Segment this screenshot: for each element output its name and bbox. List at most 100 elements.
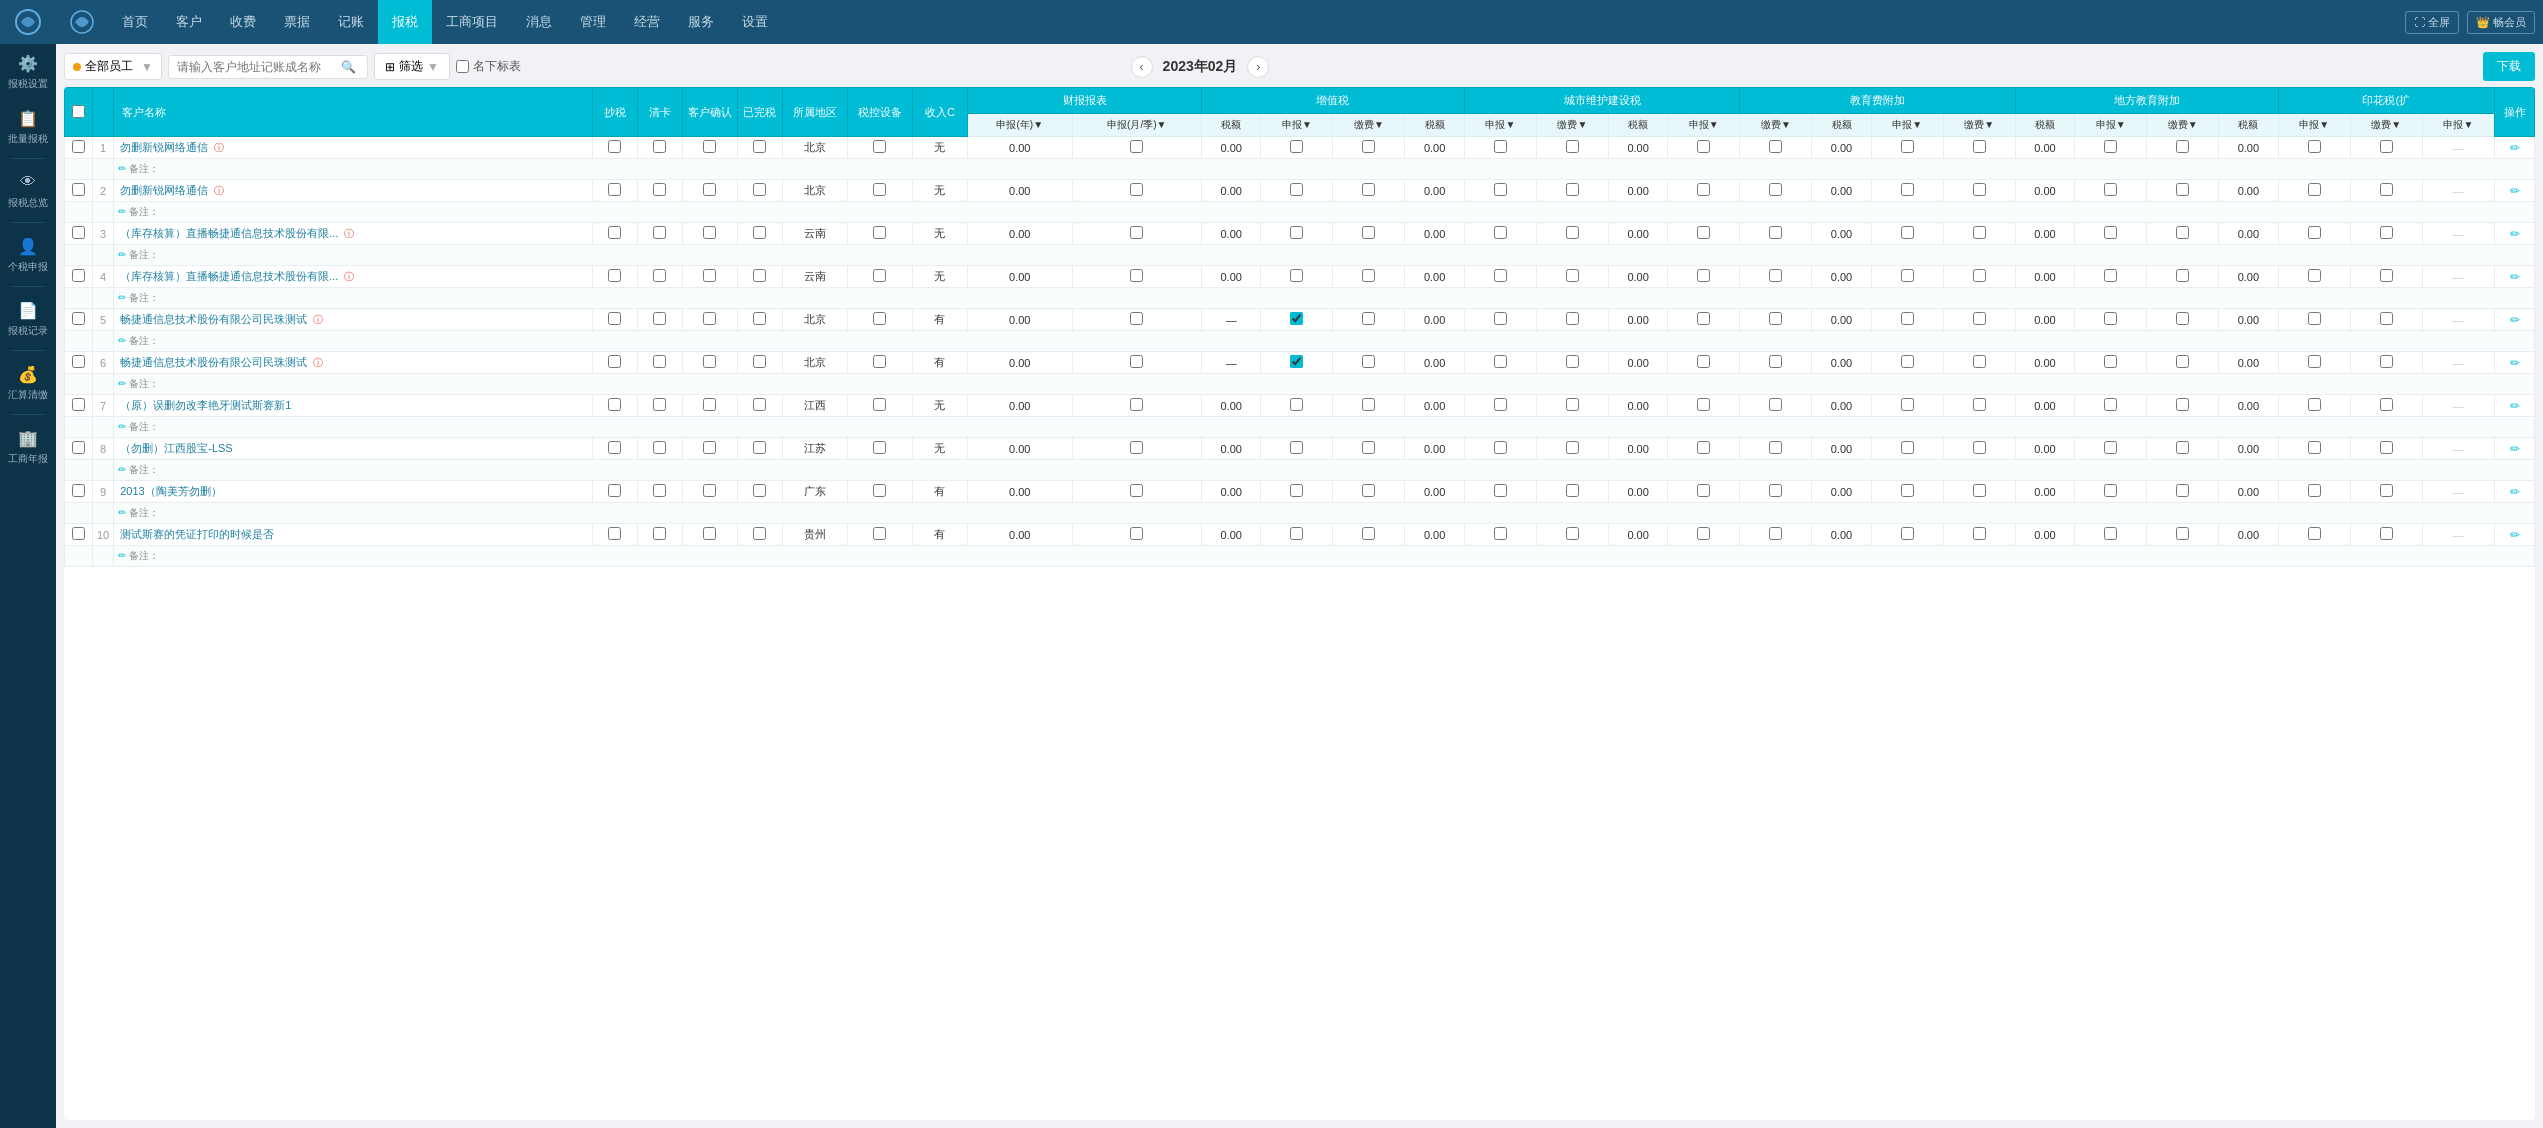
caibao-sub-check[interactable]	[1072, 438, 1202, 460]
jy-jiaofei-check[interactable]	[1740, 524, 1812, 546]
nav-item-jingying[interactable]: 经营	[620, 0, 674, 44]
chaoshu-cell[interactable]	[592, 180, 637, 202]
jy-jiaofei-check[interactable]	[1740, 180, 1812, 202]
cs-shenbao2-check[interactable]	[1668, 137, 1740, 159]
sidebar-item-baoshuizonglan[interactable]: 👁 报税总览	[0, 163, 56, 218]
cs-shenbao2-check[interactable]	[1668, 352, 1740, 374]
note-text-cell[interactable]: ✏ 备注：	[114, 202, 2535, 223]
sidebar-item-geshuishenbao[interactable]: 👤 个税申报	[0, 227, 56, 282]
complete-cell[interactable]	[737, 395, 782, 417]
yh-jiaofei-check[interactable]	[2350, 481, 2422, 503]
jy-jiaofei2-check[interactable]	[1943, 266, 2015, 288]
tax-table-container[interactable]: 客户名称 抄税 清卡 客户确认 已完税 所属地区 税控设备 收入C 财报报表 增…	[64, 87, 2535, 1120]
zz-shenbao-check[interactable]	[1261, 137, 1333, 159]
qingka-cell[interactable]	[637, 137, 682, 159]
qingka-cell[interactable]	[637, 266, 682, 288]
df-jiaofei-check[interactable]	[2147, 524, 2219, 546]
jy-jiaofei2-check[interactable]	[1943, 438, 2015, 460]
chaoshu-cell[interactable]	[592, 481, 637, 503]
edit-icon[interactable]: ✏	[2510, 270, 2520, 284]
yh-shenbao-check[interactable]	[2278, 309, 2350, 331]
cs-shenbao2-check[interactable]	[1668, 395, 1740, 417]
nav-item-jizhang[interactable]: 记账	[324, 0, 378, 44]
cs-shenbao2-check[interactable]	[1668, 309, 1740, 331]
df-jiaofei-check[interactable]	[2147, 438, 2219, 460]
edit-icon[interactable]: ✏	[2510, 184, 2520, 198]
confirm-cell[interactable]	[682, 180, 737, 202]
zz-jiaofei-check[interactable]	[1333, 438, 1405, 460]
confirm-cell[interactable]	[682, 524, 737, 546]
yh-shenbao-check[interactable]	[2278, 438, 2350, 460]
action-edit[interactable]: ✏	[2495, 481, 2535, 503]
action-edit[interactable]: ✏	[2495, 137, 2535, 159]
row-select-checkbox[interactable]	[65, 223, 93, 245]
cs-shenbao-check[interactable]	[1464, 266, 1536, 288]
complete-cell[interactable]	[737, 266, 782, 288]
zz-shenbao-check[interactable]	[1261, 223, 1333, 245]
action-edit[interactable]: ✏	[2495, 524, 2535, 546]
cs-jiaofei-check[interactable]	[1536, 352, 1608, 374]
chaoshu-cell[interactable]	[592, 438, 637, 460]
jy-shenbao-check[interactable]	[1871, 309, 1943, 331]
zz-jiaofei-check[interactable]	[1333, 137, 1405, 159]
confirm-cell[interactable]	[682, 438, 737, 460]
note-text-cell[interactable]: ✏ 备注：	[114, 546, 2535, 567]
df-shenbao-check[interactable]	[2075, 266, 2147, 288]
taxdevice-cell[interactable]	[847, 137, 912, 159]
note-text-cell[interactable]: ✏ 备注：	[114, 503, 2535, 524]
yh-jiaofei-check[interactable]	[2350, 395, 2422, 417]
nav-item-fuwu[interactable]: 服务	[674, 0, 728, 44]
complete-cell[interactable]	[737, 223, 782, 245]
action-edit[interactable]: ✏	[2495, 266, 2535, 288]
jy-jiaofei2-check[interactable]	[1943, 481, 2015, 503]
cs-shenbao2-check[interactable]	[1668, 223, 1740, 245]
caibao-sub-check[interactable]	[1072, 395, 1202, 417]
yh-shenbao-check[interactable]	[2278, 137, 2350, 159]
row-select-checkbox[interactable]	[65, 137, 93, 159]
cs-shenbao-check[interactable]	[1464, 223, 1536, 245]
zz-jiaofei-check[interactable]	[1333, 524, 1405, 546]
taxdevice-cell[interactable]	[847, 395, 912, 417]
caibao-sub-check[interactable]	[1072, 180, 1202, 202]
qingka-cell[interactable]	[637, 481, 682, 503]
df-jiaofei-check[interactable]	[2147, 266, 2219, 288]
qingka-cell[interactable]	[637, 309, 682, 331]
cs-shenbao2-check[interactable]	[1668, 481, 1740, 503]
action-edit[interactable]: ✏	[2495, 223, 2535, 245]
jy-shenbao-check[interactable]	[1871, 180, 1943, 202]
cs-shenbao-check[interactable]	[1464, 180, 1536, 202]
taxdevice-cell[interactable]	[847, 352, 912, 374]
nav-item-xiaoxi[interactable]: 消息	[512, 0, 566, 44]
jy-jiaofei2-check[interactable]	[1943, 524, 2015, 546]
cs-shenbao2-check[interactable]	[1668, 266, 1740, 288]
note-text-cell[interactable]: ✏ 备注：	[114, 374, 2535, 395]
taxdevice-cell[interactable]	[847, 524, 912, 546]
edit-icon[interactable]: ✏	[2510, 528, 2520, 542]
complete-cell[interactable]	[737, 438, 782, 460]
edit-icon[interactable]: ✏	[2510, 442, 2520, 456]
cs-shenbao-check[interactable]	[1464, 481, 1536, 503]
zz-jiaofei-check[interactable]	[1333, 223, 1405, 245]
qingka-cell[interactable]	[637, 180, 682, 202]
confirm-cell[interactable]	[682, 309, 737, 331]
jy-jiaofei2-check[interactable]	[1943, 180, 2015, 202]
zz-jiaofei-check[interactable]	[1333, 395, 1405, 417]
complete-cell[interactable]	[737, 180, 782, 202]
yh-jiaofei-check[interactable]	[2350, 438, 2422, 460]
yh-jiaofei-check[interactable]	[2350, 524, 2422, 546]
zz-shenbao-check[interactable]	[1261, 309, 1333, 331]
taxdevice-cell[interactable]	[847, 223, 912, 245]
yh-shenbao-check[interactable]	[2278, 180, 2350, 202]
yh-jiaofei-check[interactable]	[2350, 266, 2422, 288]
nav-item-shezhi[interactable]: 设置	[728, 0, 782, 44]
note-text-cell[interactable]: ✏ 备注：	[114, 460, 2535, 481]
confirm-cell[interactable]	[682, 395, 737, 417]
cs-jiaofei-check[interactable]	[1536, 395, 1608, 417]
qingka-cell[interactable]	[637, 524, 682, 546]
yh-jiaofei-check[interactable]	[2350, 137, 2422, 159]
nav-item-gongshang[interactable]: 工商项目	[432, 0, 512, 44]
jy-shenbao-check[interactable]	[1871, 395, 1943, 417]
complete-cell[interactable]	[737, 524, 782, 546]
taxdevice-cell[interactable]	[847, 481, 912, 503]
row-select-checkbox[interactable]	[65, 266, 93, 288]
